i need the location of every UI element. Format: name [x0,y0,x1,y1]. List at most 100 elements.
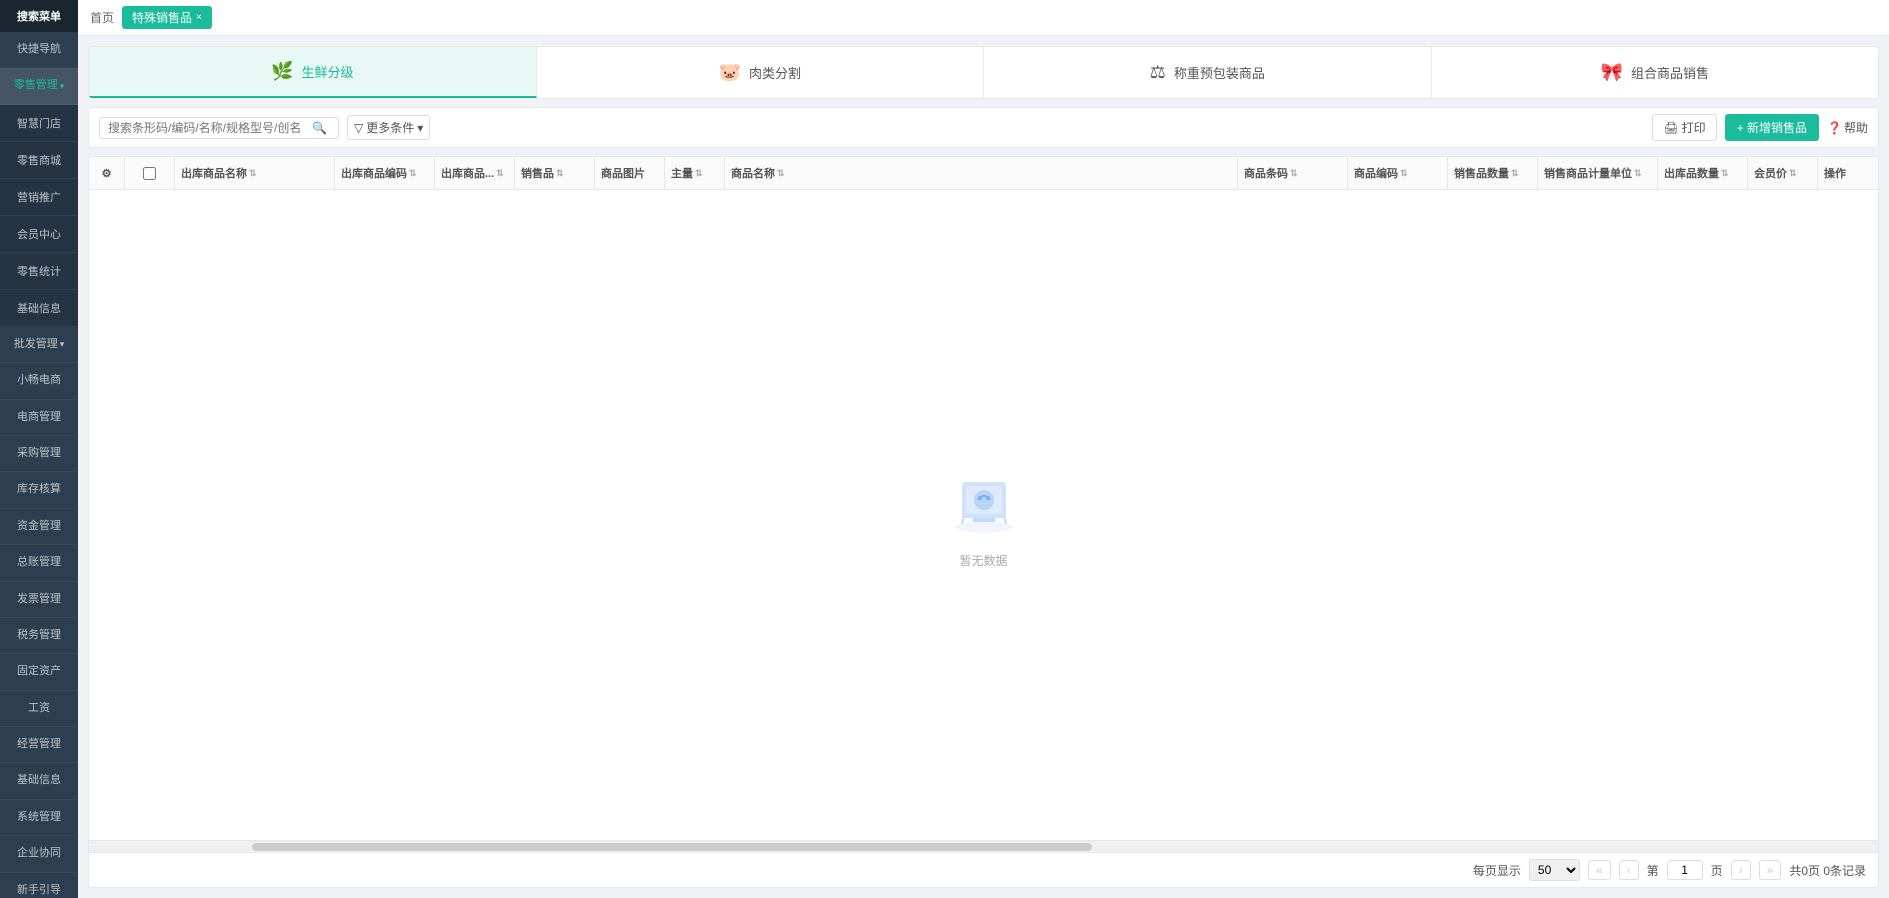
sort-icon[interactable]: ⇅ [496,168,504,179]
th-goods-img: 商品图片 [595,157,665,189]
sidebar-item-wholesale-mgmt[interactable]: 批发管理 ▾ [0,327,78,363]
close-icon[interactable]: × [196,12,202,23]
data-table: ⚙ 出库商品名称 ⇅ 出库商品编码 ⇅ 出库商品... ⇅ 销售品 [88,156,1879,888]
tab-fresh-grade[interactable]: 🌿 生鲜分级 [89,47,537,98]
sort-icon[interactable]: ⇅ [1721,168,1729,179]
search-icon[interactable]: 🔍 [312,121,327,135]
sidebar-item-operations-mgmt[interactable]: 经营管理 [0,727,78,763]
help-label: 帮助 [1844,119,1868,136]
content-area: 🌿 生鲜分级 🐷 肉类分割 ⚖ 称重预包装商品 🎀 组合商品销售 🔍 [78,36,1889,898]
sort-icon[interactable]: ⇅ [695,168,703,179]
sort-icon[interactable]: ⇅ [1290,168,1298,179]
help-button[interactable]: ❓ 帮助 [1827,119,1868,136]
tab-weigh-pack[interactable]: ⚖ 称重预包装商品 [984,47,1432,98]
sidebar-item-tax-mgmt[interactable]: 税务管理 [0,618,78,654]
sidebar-item-general-ledger[interactable]: 总账管理 [0,545,78,581]
first-page-button[interactable]: « [1588,860,1611,880]
sort-icon[interactable]: ⇅ [1789,168,1797,179]
total-records: 共0页 0条记录 [1789,862,1866,879]
toolbar-right: 🖨 打印 + 新增销售品 ❓ 帮助 [1652,114,1868,141]
th-sale-qty: 销售品数量 ⇅ [1448,157,1538,189]
sort-icon[interactable]: ⇅ [1634,168,1642,179]
th-member-price: 会员价 ⇅ [1748,157,1818,189]
sidebar-item-basic-info2[interactable]: 基础信息 [0,763,78,799]
sidebar-item-member-center[interactable]: 会员中心 [0,216,78,253]
th-out-goods-code: 出库商品编码 ⇅ [335,157,435,189]
sort-icon[interactable]: ⇅ [249,168,257,179]
sidebar: 搜索菜单 快捷导航 零售管理 ▾ 智慧门店 零售商城 营销推广 会员中心 零售统… [0,0,78,898]
tab-combo-sales[interactable]: 🎀 组合商品销售 [1432,47,1879,98]
search-box[interactable]: 🔍 [99,117,339,139]
new-sales-item-button[interactable]: + 新增销售品 [1725,114,1819,141]
topbar: 首页 特殊销售品 × [78,0,1889,36]
help-icon: ❓ [1827,121,1842,135]
sidebar-item-retail-mgmt[interactable]: 零售管理 ▾ [0,68,78,104]
combo-icon: 🎀 [1601,62,1623,83]
print-icon: 🖨 [1663,121,1678,135]
select-all-checkbox[interactable] [143,167,156,180]
sidebar-item-new-guide[interactable]: 新手引导 [0,873,78,898]
sidebar-item-fixed-assets[interactable]: 固定资产 [0,654,78,690]
th-setting[interactable]: ⚙ [89,157,125,189]
sidebar-item-inventory[interactable]: 库存核算 [0,472,78,508]
sidebar-item-smart-store[interactable]: 智慧门店 [0,105,78,142]
sidebar-item-mini-ecom[interactable]: 小畅电商 [0,363,78,399]
filter-label: 更多条件 [366,119,414,136]
empty-illustration [944,462,1024,542]
th-operation: 操作 [1818,157,1878,189]
print-button[interactable]: 🖨 打印 [1652,114,1716,141]
topbar-tab-label: 特殊销售品 [132,9,192,26]
last-page-button[interactable]: » [1759,860,1782,880]
sidebar-item-basic-info[interactable]: 基础信息 [0,290,78,327]
sidebar-item-retail-mall[interactable]: 零售商城 [0,142,78,179]
th-sale-goods: 销售品 ⇅ [515,157,595,189]
chevron-down-icon: ▾ [60,80,65,93]
horizontal-scrollbar[interactable] [89,840,1878,852]
meat-icon: 🐷 [719,62,741,83]
sort-icon[interactable]: ⇅ [1400,168,1408,179]
th-main-unit: 主量 ⇅ [665,157,725,189]
page-label-pre: 第 [1647,862,1659,879]
th-sale-unit: 销售商品计量单位 ⇅ [1538,157,1658,189]
toolbar: 🔍 ▽ 更多条件 ▾ 🖨 打印 + 新增销售品 ❓ 帮助 [88,107,1879,148]
scrollbar-thumb[interactable] [252,843,1092,851]
search-input[interactable] [108,121,308,135]
main-content: 首页 特殊销售品 × 🌿 生鲜分级 🐷 肉类分割 ⚖ 称重预包装商品 🎀 组合商… [78,0,1889,898]
filter-icon: ▽ [354,121,363,135]
sidebar-item-retail-stats[interactable]: 零售统计 [0,253,78,290]
sort-icon[interactable]: ⇅ [409,168,417,179]
sidebar-item-quick-nav[interactable]: 快捷导航 [0,32,78,68]
sidebar-item-sales-promo[interactable]: 营销推广 [0,179,78,216]
sidebar-item-purchase-mgmt[interactable]: 采购管理 [0,436,78,472]
toolbar-left: 🔍 ▽ 更多条件 ▾ [99,115,430,140]
next-page-button[interactable]: › [1731,860,1751,880]
th-goods-barcode: 商品条码 ⇅ [1238,157,1348,189]
sidebar-item-ecom-mgmt[interactable]: 电商管理 [0,400,78,436]
sidebar-item-enterprise[interactable]: 企业协同 [0,836,78,872]
filter-button[interactable]: ▽ 更多条件 ▾ [347,115,430,140]
sidebar-logo[interactable]: 搜索菜单 [0,0,78,32]
tab-fresh-grade-label: 生鲜分级 [301,62,353,81]
empty-state: 暂无数据 [89,190,1878,840]
prev-page-button[interactable]: ‹ [1619,860,1639,880]
topbar-current-tab[interactable]: 特殊销售品 × [122,6,212,29]
th-checkbox[interactable] [125,157,175,189]
sort-icon[interactable]: ⇅ [1511,168,1519,179]
th-goods-name: 商品名称 ⇅ [725,157,1238,189]
th-goods-code: 商品编码 ⇅ [1348,157,1448,189]
sidebar-item-capital-mgmt[interactable]: 资金管理 [0,509,78,545]
empty-text: 暂无数据 [959,552,1007,569]
tab-meat-cut[interactable]: 🐷 肉类分割 [537,47,985,98]
sort-icon[interactable]: ⇅ [556,168,564,179]
page-input[interactable] [1667,860,1703,880]
sort-icon[interactable]: ⇅ [777,168,785,179]
pagination: 每页显示 50 10 20 100 « ‹ 第 页 › » 共0页 0条记录 [89,852,1878,887]
sidebar-item-system-mgmt[interactable]: 系统管理 [0,800,78,836]
sidebar-item-labor[interactable]: 工资 [0,691,78,727]
fresh-icon: 🌿 [271,61,293,82]
per-page-label: 每页显示 [1473,862,1521,879]
topbar-home-link[interactable]: 首页 [90,9,114,26]
per-page-select[interactable]: 50 10 20 100 [1529,859,1580,881]
sidebar-item-invoice-mgmt[interactable]: 发票管理 [0,582,78,618]
tab-meat-cut-label: 肉类分割 [749,63,801,82]
